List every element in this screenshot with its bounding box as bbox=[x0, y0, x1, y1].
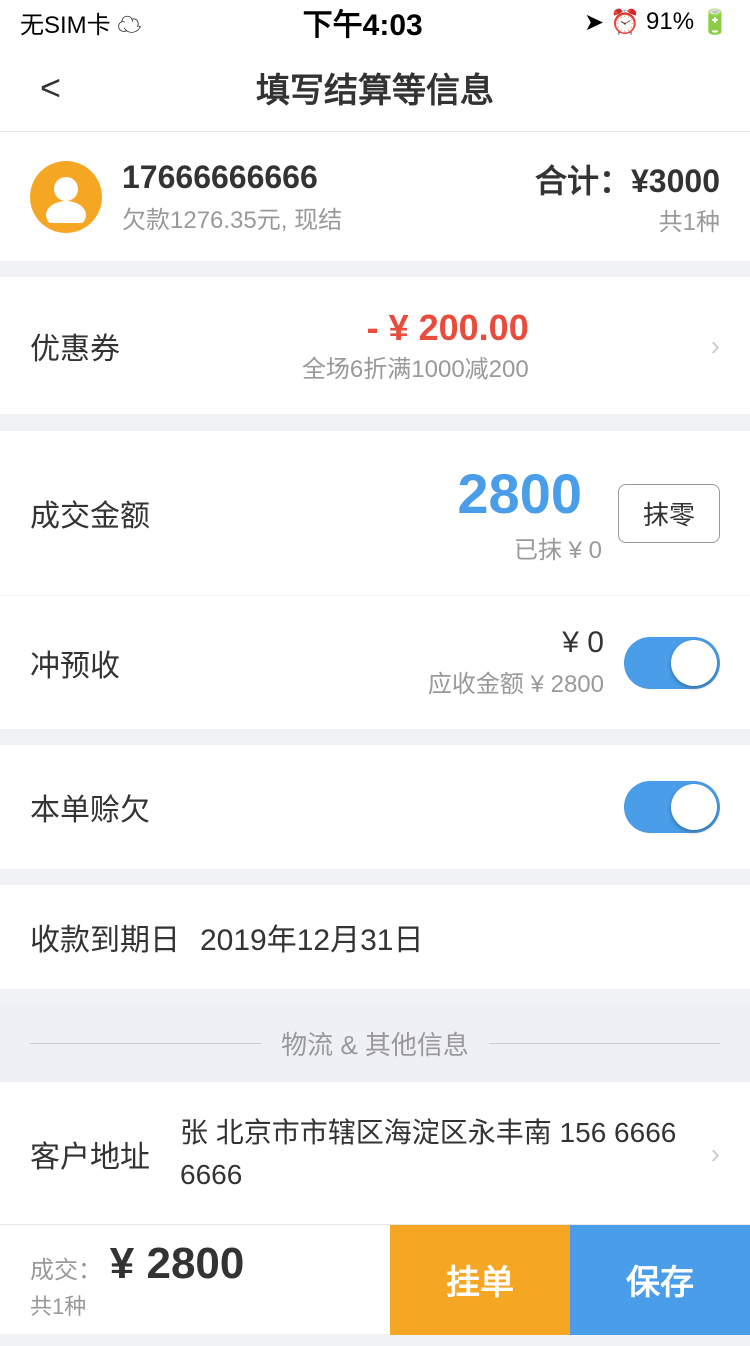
bottom-count: 共1种 bbox=[30, 1289, 360, 1321]
address-row[interactable]: 客户地址 张 北京市市辖区海淀区永丰南 156 6666 6666 › bbox=[0, 1082, 750, 1226]
divider-line-left bbox=[30, 1043, 261, 1044]
customer-info-row: 17666666666 欠款1276.35元, 现结 合计：¥3000 共1种 bbox=[0, 132, 750, 261]
due-date-label: 收款到期日 bbox=[30, 915, 180, 959]
transaction-sub: 已抹 ¥ 0 bbox=[457, 530, 602, 565]
status-left: 无SIM卡 ☁ bbox=[20, 5, 141, 40]
status-right: ➤ ⏰ 91% 🔋 bbox=[584, 8, 730, 37]
hang-button[interactable]: 挂单 bbox=[390, 1225, 570, 1335]
bottom-bar: 成交： ¥ 2800 共1种 挂单 保存 bbox=[0, 1224, 750, 1334]
battery-icon: 🔋 bbox=[700, 8, 730, 37]
battery-text: 91% bbox=[646, 8, 694, 36]
toggle-knob bbox=[671, 640, 717, 686]
save-button[interactable]: 保存 bbox=[570, 1225, 750, 1335]
customer-sub: 欠款1276.35元, 现结 bbox=[122, 200, 342, 235]
total-amount: 合计：¥3000 bbox=[535, 156, 720, 202]
status-bar: 无SIM卡 ☁ 下午4:03 ➤ ⏰ 91% 🔋 bbox=[0, 0, 750, 44]
coupon-row[interactable]: 优惠券 - ¥ 200.00 全场6折满1000减200 › bbox=[0, 277, 750, 415]
bottom-trans-label: 成交： bbox=[30, 1257, 102, 1284]
coupon-sub: 全场6折满1000减200 bbox=[302, 349, 529, 384]
address-label: 客户地址 bbox=[30, 1132, 150, 1176]
bottom-amount: ¥ 2800 bbox=[110, 1239, 245, 1288]
chevron-right-icon: › bbox=[711, 330, 720, 362]
alarm-icon: ⏰ bbox=[610, 8, 640, 37]
prepay-value: ¥ 0 bbox=[428, 626, 604, 660]
divider-line-right bbox=[489, 1043, 720, 1044]
coupon-label: 优惠券 bbox=[30, 324, 120, 368]
back-button[interactable]: < bbox=[30, 57, 71, 119]
prepay-row: 冲预收 ¥ 0 应收金额 ¥ 2800 bbox=[0, 596, 750, 729]
total-count: 共1种 bbox=[535, 202, 720, 237]
status-time: 下午4:03 bbox=[303, 0, 423, 44]
page-title: 填写结算等信息 bbox=[256, 63, 494, 112]
bottom-info: 成交： ¥ 2800 共1种 bbox=[0, 1239, 390, 1321]
signal-text: 无SIM卡 ☁ bbox=[20, 5, 141, 40]
coupon-value: - ¥ 200.00 bbox=[302, 307, 529, 349]
transaction-label: 成交金额 bbox=[30, 491, 150, 535]
divider-text: 物流 & 其他信息 bbox=[281, 1025, 469, 1062]
due-date-value: 2019年12月31日 bbox=[200, 915, 423, 959]
prepay-sub: 应收金额 ¥ 2800 bbox=[428, 664, 604, 699]
avatar bbox=[30, 161, 102, 233]
avatar-icon bbox=[40, 171, 92, 223]
nav-bar: < 填写结算等信息 bbox=[0, 44, 750, 132]
location-icon: ➤ bbox=[584, 8, 604, 37]
content-area: 17666666666 欠款1276.35元, 现结 合计：¥3000 共1种 … bbox=[0, 132, 750, 1346]
credit-label: 本单赊欠 bbox=[30, 785, 150, 829]
credit-toggle-knob bbox=[671, 784, 717, 830]
round-button[interactable]: 抹零 bbox=[618, 484, 720, 543]
address-value: 张 北京市市辖区海淀区永丰南 156 6666 6666 bbox=[180, 1112, 711, 1196]
customer-phone: 17666666666 bbox=[122, 159, 342, 196]
coupon-section: 优惠券 - ¥ 200.00 全场6折满1000减200 › bbox=[0, 277, 750, 415]
logistics-divider: 物流 & 其他信息 bbox=[0, 1005, 750, 1082]
credit-row: 本单赊欠 bbox=[0, 745, 750, 869]
transaction-amount: 2800 bbox=[457, 461, 582, 526]
transaction-row: 成交金额 2800 已抹 ¥ 0 抹零 bbox=[0, 431, 750, 596]
credit-section: 本单赊欠 bbox=[0, 745, 750, 869]
due-date-row: 收款到期日 2019年12月31日 bbox=[0, 885, 750, 989]
address-chevron-icon: › bbox=[711, 1138, 720, 1170]
transaction-section: 成交金额 2800 已抹 ¥ 0 抹零 冲预收 ¥ 0 应收金额 ¥ 2800 bbox=[0, 431, 750, 729]
prepay-label: 冲预收 bbox=[30, 641, 120, 685]
prepay-toggle[interactable] bbox=[624, 637, 720, 689]
credit-toggle[interactable] bbox=[624, 781, 720, 833]
